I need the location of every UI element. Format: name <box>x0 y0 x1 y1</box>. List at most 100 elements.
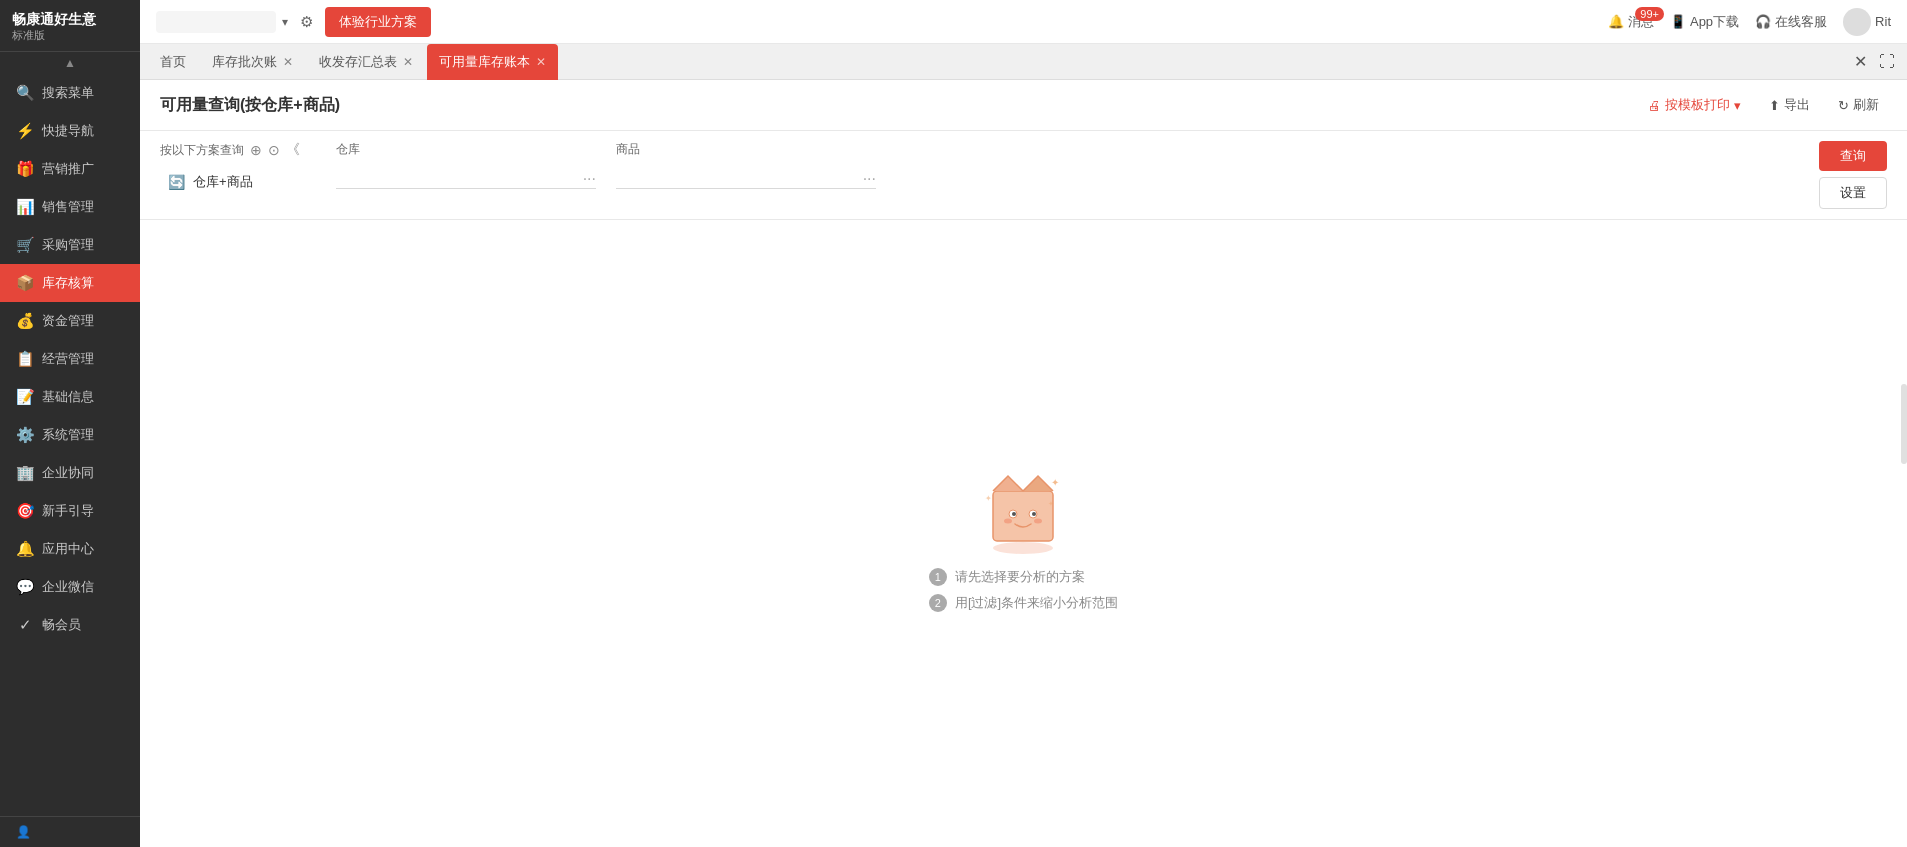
empty-state: ✦ ✦ ✦ 1 请先选择要分析的方案 2 用[过滤]条件来缩小分析范围 <box>929 456 1118 612</box>
sidebar-logo: 畅康通好生意 标准版 <box>0 0 140 52</box>
sidebar-item-label: 新手引导 <box>42 502 94 520</box>
page-header-actions: 🖨 按模板打印 ▾ ⬆ 导出 ↻ 刷新 <box>1640 92 1887 118</box>
sidebar-item-system[interactable]: ⚙️ 系统管理 <box>0 416 140 454</box>
top-bar-right: 🔔 消息 99+ 📱 App下载 🎧 在线客服 Rit <box>1608 8 1891 36</box>
sidebar-item-marketing[interactable]: 🎁营销推广 <box>0 150 140 188</box>
gear-icon[interactable]: ⚙ <box>300 13 313 31</box>
user-name: Rit <box>1875 14 1891 29</box>
inventory-icon: 📦 <box>16 274 34 292</box>
sidebar-item-newbie[interactable]: 🎯新手引导 <box>0 492 140 530</box>
quicknav-icon: ⚡ <box>16 122 34 140</box>
filter-scheme-label: 按以下方案查询 ⊕ ⊙ 《 <box>160 141 320 159</box>
headset-icon: 🎧 <box>1755 14 1771 29</box>
online-support-link[interactable]: 🎧 在线客服 <box>1755 13 1827 31</box>
export-button[interactable]: ⬆ 导出 <box>1761 92 1818 118</box>
sidebar: 畅康通好生意 标准版 ▲ 🔍搜索菜单⚡快捷导航🎁营销推广 📊 销售管理 🛒采购管理📦库… <box>0 0 140 847</box>
svg-point-5 <box>1032 512 1036 516</box>
tab-batch-account[interactable]: 库存批次账 ✕ <box>200 44 305 80</box>
finance-icon: 💰 <box>16 312 34 330</box>
empty-tip-1: 1 请先选择要分析的方案 <box>929 568 1118 586</box>
bell-icon: 🔔 <box>1608 14 1624 29</box>
filter-fields: 仓库 ... 商品 ... <box>336 141 1791 189</box>
enterprise-icon: 🏢 <box>16 464 34 482</box>
page-title: 可用量查询(按仓库+商品) <box>160 95 340 116</box>
tabs-container: 首页库存批次账✕收发存汇总表✕可用量库存账本✕ <box>148 44 558 80</box>
goods-dots-button[interactable]: ... <box>863 166 876 184</box>
sidebar-item-label: 企业协同 <box>42 464 94 482</box>
expand-tab-button[interactable]: ⛶ <box>1875 49 1899 75</box>
tab-recv-summary[interactable]: 收发存汇总表✕ <box>307 44 425 80</box>
member-icon: ✓ <box>16 616 34 634</box>
sidebar-item-appcenter[interactable]: 🔔应用中心 <box>0 530 140 568</box>
sidebar-item-inventory[interactable]: 📦库存核算 <box>0 264 140 302</box>
user-info[interactable]: Rit <box>1843 8 1891 36</box>
sidebar-item-label: 企业微信 <box>42 578 94 596</box>
tabs-right: ✕ ⛶ <box>1850 48 1899 75</box>
sidebar-item-purchase[interactable]: 🛒采购管理 <box>0 226 140 264</box>
add-scheme-icon[interactable]: ⊕ <box>250 142 262 158</box>
page-header: 可用量查询(按仓库+商品) 🖨 按模板打印 ▾ ⬆ 导出 ↻ 刷新 <box>140 80 1907 131</box>
sidebar-item-sales[interactable]: 📊 销售管理 <box>0 188 140 226</box>
basic-icon: 📝 <box>16 388 34 406</box>
close-tab-button[interactable]: ✕ <box>1850 48 1871 75</box>
settings-button[interactable]: 设置 <box>1819 177 1887 209</box>
collapse-icon[interactable]: 《 <box>286 141 300 159</box>
sidebar-item-label: 基础信息 <box>42 388 94 406</box>
goods-label: 商品 <box>616 141 876 158</box>
sidebar-scroll-up[interactable]: ▲ <box>0 52 140 74</box>
sidebar-item-label: 搜索菜单 <box>42 84 94 102</box>
refresh-icon: ↻ <box>1838 98 1849 113</box>
refresh-button[interactable]: ↻ 刷新 <box>1830 92 1887 118</box>
empty-illustration: ✦ ✦ ✦ <box>973 456 1073 556</box>
svg-point-0 <box>993 542 1053 554</box>
query-button[interactable]: 查询 <box>1819 141 1887 171</box>
sales-icon: 📊 <box>16 198 34 216</box>
tab-home[interactable]: 首页 <box>148 44 198 80</box>
sidebar-item-label: 系统管理 <box>42 426 94 444</box>
goods-input[interactable] <box>616 168 857 183</box>
sidebar-item-member[interactable]: ✓ 畅会员 <box>0 606 140 644</box>
warehouse-input-wrapper: ... <box>336 162 596 189</box>
svg-text:✦: ✦ <box>985 494 992 503</box>
notification-bell[interactable]: 🔔 消息 99+ <box>1608 13 1654 31</box>
tab-label-home: 首页 <box>160 53 186 71</box>
print-button[interactable]: 🖨 按模板打印 ▾ <box>1640 92 1749 118</box>
chevron-down-icon: ▾ <box>1734 98 1741 113</box>
warehouse-dots-button[interactable]: ... <box>583 166 596 184</box>
scheme-settings-icon[interactable]: ⊙ <box>268 142 280 158</box>
sidebar-bottom-user[interactable]: 👤 <box>0 816 140 847</box>
warehouse-input[interactable] <box>336 168 577 183</box>
sidebar-item-label: 畅会员 <box>42 616 81 634</box>
goods-field: 商品 ... <box>616 141 876 189</box>
sidebar-item-enterprise[interactable]: 🏢 企业协同 <box>0 454 140 492</box>
scheme-items: 🔄仓库+商品 <box>160 167 320 197</box>
tab-label-batch-account: 库存批次账 <box>212 53 277 71</box>
app-download-link[interactable]: 📱 App下载 <box>1670 13 1739 31</box>
svg-point-7 <box>1034 518 1042 523</box>
sidebar-item-search[interactable]: 🔍搜索菜单 <box>0 74 140 112</box>
sidebar-item-label: 资金管理 <box>42 312 94 330</box>
right-scrollbar[interactable] <box>1901 384 1907 464</box>
sidebar-item-corpwx[interactable]: 💬企业微信 <box>0 568 140 606</box>
tab-close-recv-summary[interactable]: ✕ <box>403 55 413 69</box>
trial-button[interactable]: 体验行业方案 <box>325 7 431 37</box>
sidebar-item-label: 营销推广 <box>42 160 94 178</box>
top-bar: ▾ ⚙ 体验行业方案 🔔 消息 99+ 📱 App下载 🎧 在线客服 Rit <box>140 0 1907 44</box>
search-input[interactable] <box>156 11 276 33</box>
tab-close-batch-account[interactable]: ✕ <box>283 55 293 69</box>
sidebar-item-operations[interactable]: 📋经营管理 <box>0 340 140 378</box>
action-buttons: 查询 设置 <box>1819 141 1887 209</box>
scheme-item-warehouse-goods[interactable]: 🔄仓库+商品 <box>160 167 320 197</box>
tab-available-account[interactable]: 可用量库存账本✕ <box>427 44 558 80</box>
export-icon: ⬆ <box>1769 98 1780 113</box>
tabs-bar: 首页库存批次账✕收发存汇总表✕可用量库存账本✕ ✕ ⛶ <box>140 44 1907 80</box>
sidebar-item-finance[interactable]: 💰 资金管理 <box>0 302 140 340</box>
notification-badge: 99+ <box>1635 7 1664 21</box>
system-icon: ⚙️ <box>16 426 34 444</box>
tab-close-available-account[interactable]: ✕ <box>536 55 546 69</box>
empty-tip-2: 2 用[过滤]条件来缩小分析范围 <box>929 594 1118 612</box>
sidebar-item-label: 销售管理 <box>42 198 94 216</box>
sidebar-item-basic[interactable]: 📝 基础信息 <box>0 378 140 416</box>
sidebar-item-quicknav[interactable]: ⚡快捷导航 <box>0 112 140 150</box>
dropdown-icon[interactable]: ▾ <box>282 15 288 29</box>
